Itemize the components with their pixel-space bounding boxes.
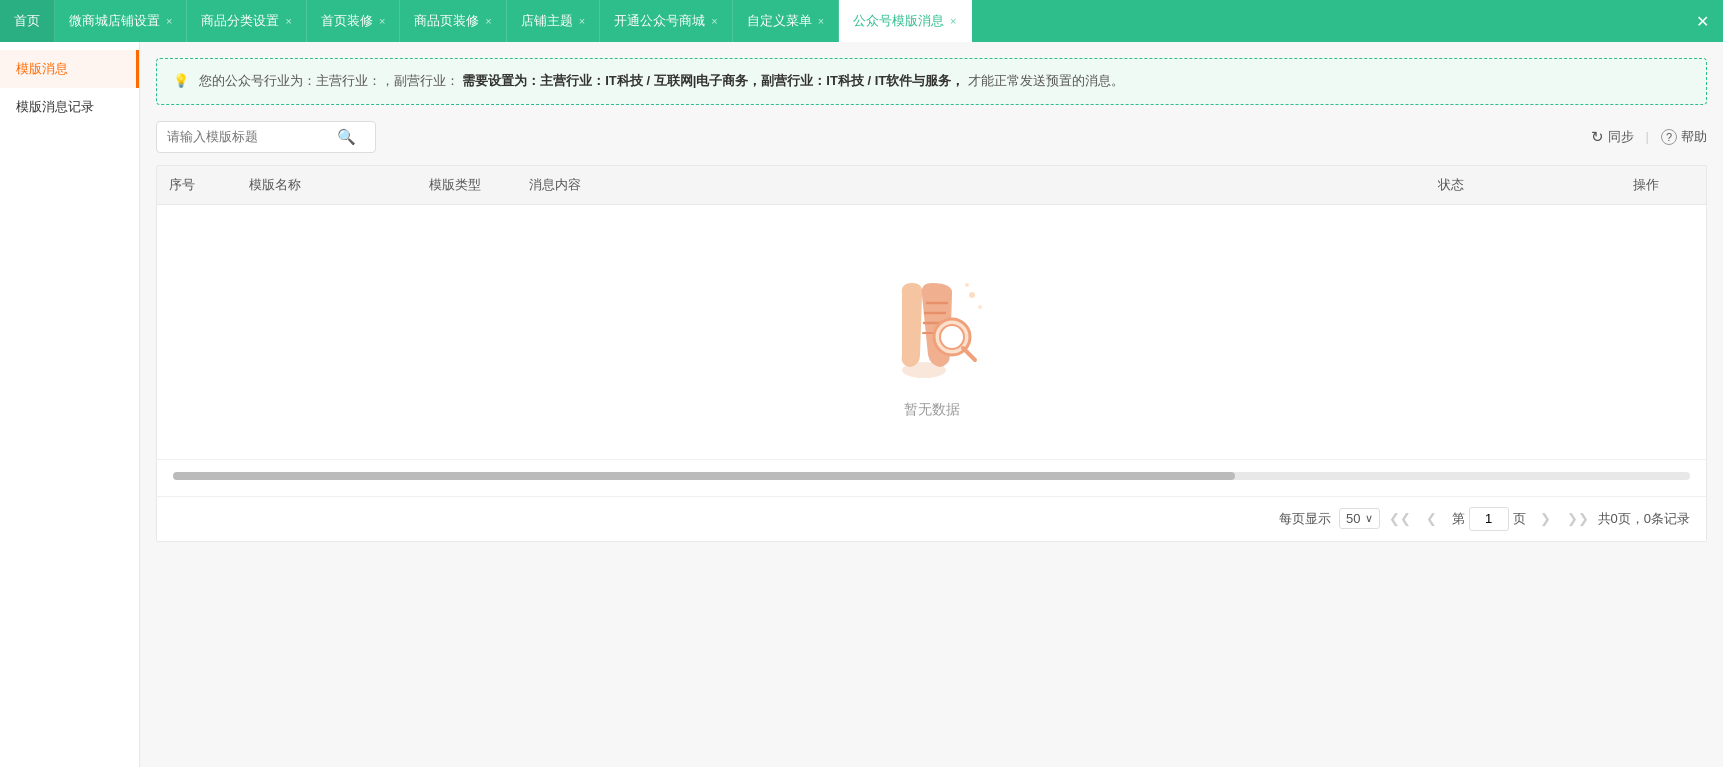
svg-point-8 (969, 292, 975, 298)
top-nav: 首页 微商城店铺设置 × 商品分类设置 × 首页装修 × 商品页装修 × 店铺主… (0, 0, 1723, 42)
divider: | (1646, 129, 1649, 144)
total-info: 共0页，0条记录 (1598, 510, 1690, 528)
th-name: 模版名称 (237, 166, 417, 204)
main-layout: 模版消息 模版消息记录 💡 您的公众号行业为：主营行业：，副营行业： 需要设置为… (0, 42, 1723, 767)
first-page-button[interactable]: ❮❮ (1388, 507, 1412, 531)
svg-line-7 (963, 348, 975, 360)
info-banner: 💡 您的公众号行业为：主营行业：，副营行业： 需要设置为：主营行业：IT科技 /… (156, 58, 1707, 105)
th-status: 状态 (1426, 166, 1586, 204)
info-suffix: 才能正常发送预置的消息。 (968, 73, 1124, 88)
prev-page-button[interactable]: ❮ (1420, 507, 1444, 531)
search-icon[interactable]: 🔍 (337, 128, 356, 146)
bulb-icon: 💡 (173, 73, 189, 88)
sidebar: 模版消息 模版消息记录 (0, 42, 140, 767)
table-wrap: 序号 模版名称 模版类型 消息内容 状态 操作 (156, 165, 1707, 542)
empty-state-icon (872, 265, 992, 385)
svg-point-10 (965, 283, 969, 287)
sync-icon: ↻ (1591, 128, 1604, 146)
th-seq: 序号 (157, 166, 237, 204)
help-icon: ? (1661, 129, 1677, 145)
pagination: 每页显示 50 ∨ ❮❮ ❮ 第 页 ❯ ❯❯ 共0页，0条记录 (157, 496, 1706, 541)
empty-text: 暂无数据 (904, 401, 960, 419)
global-close-button[interactable]: ✕ (1682, 0, 1723, 42)
svg-point-6 (940, 325, 964, 349)
sidebar-item-template-msg-records[interactable]: 模版消息记录 (0, 88, 139, 126)
nav-tab-home[interactable]: 首页 (0, 0, 55, 42)
page-size-select[interactable]: 50 ∨ (1339, 508, 1379, 529)
nav-tab-product-decor[interactable]: 商品页装修 × (400, 0, 506, 42)
page-size-label: 每页显示 (1279, 510, 1331, 528)
page-number-input[interactable] (1469, 507, 1509, 531)
nav-tab-custom-menu[interactable]: 自定义菜单 × (733, 0, 839, 42)
nav-tab-store-settings[interactable]: 微商城店铺设置 × (55, 0, 187, 42)
content-area: 💡 您的公众号行业为：主营行业：，副营行业： 需要设置为：主营行业：IT科技 /… (140, 42, 1723, 767)
last-page-button[interactable]: ❯❯ (1566, 507, 1590, 531)
close-tab-open-mall[interactable]: × (711, 16, 717, 27)
close-tab-category-settings[interactable]: × (285, 16, 291, 27)
search-input[interactable] (167, 129, 337, 144)
chevron-down-icon: ∨ (1365, 512, 1373, 525)
th-action: 操作 (1586, 166, 1706, 204)
nav-tab-store-theme[interactable]: 店铺主题 × (507, 0, 600, 42)
sync-button[interactable]: ↻ 同步 (1591, 128, 1634, 146)
scroll-thumb[interactable] (173, 472, 1235, 480)
nav-tab-template-msg[interactable]: 公众号模版消息 × (839, 0, 971, 42)
nav-tab-open-mall[interactable]: 开通公众号商城 × (600, 0, 732, 42)
help-button[interactable]: ? 帮助 (1661, 128, 1707, 146)
sidebar-item-template-msg[interactable]: 模版消息 (0, 50, 139, 88)
th-content: 消息内容 (517, 166, 1426, 204)
close-tab-store-settings[interactable]: × (166, 16, 172, 27)
info-prefix: 您的公众号行业为：主营行业：，副营行业： (199, 73, 459, 88)
th-type: 模版类型 (417, 166, 517, 204)
page-label: 第 (1452, 510, 1465, 528)
nav-tab-category-settings[interactable]: 商品分类设置 × (187, 0, 306, 42)
next-page-button[interactable]: ❯ (1534, 507, 1558, 531)
page-unit: 页 (1513, 510, 1526, 528)
svg-point-9 (978, 305, 982, 309)
close-tab-custom-menu[interactable]: × (818, 16, 824, 27)
close-tab-product-decor[interactable]: × (485, 16, 491, 27)
horizontal-scrollbar[interactable] (173, 472, 1690, 480)
info-highlight: 需要设置为：主营行业：IT科技 / 互联网|电子商务，副营行业：IT科技 / I… (462, 73, 964, 88)
page-input-wrap: 第 页 (1452, 507, 1526, 531)
search-bar: 🔍 ↻ 同步 | ? 帮助 (156, 121, 1707, 153)
search-input-wrap: 🔍 (156, 121, 376, 153)
search-bar-right: ↻ 同步 | ? 帮助 (1591, 128, 1707, 146)
close-tab-store-theme[interactable]: × (579, 16, 585, 27)
close-tab-home-decor[interactable]: × (379, 16, 385, 27)
table-header: 序号 模版名称 模版类型 消息内容 状态 操作 (157, 166, 1706, 205)
empty-state: 暂无数据 (157, 205, 1706, 459)
nav-tab-home-decor[interactable]: 首页装修 × (307, 0, 400, 42)
close-tab-template-msg[interactable]: × (950, 16, 956, 27)
